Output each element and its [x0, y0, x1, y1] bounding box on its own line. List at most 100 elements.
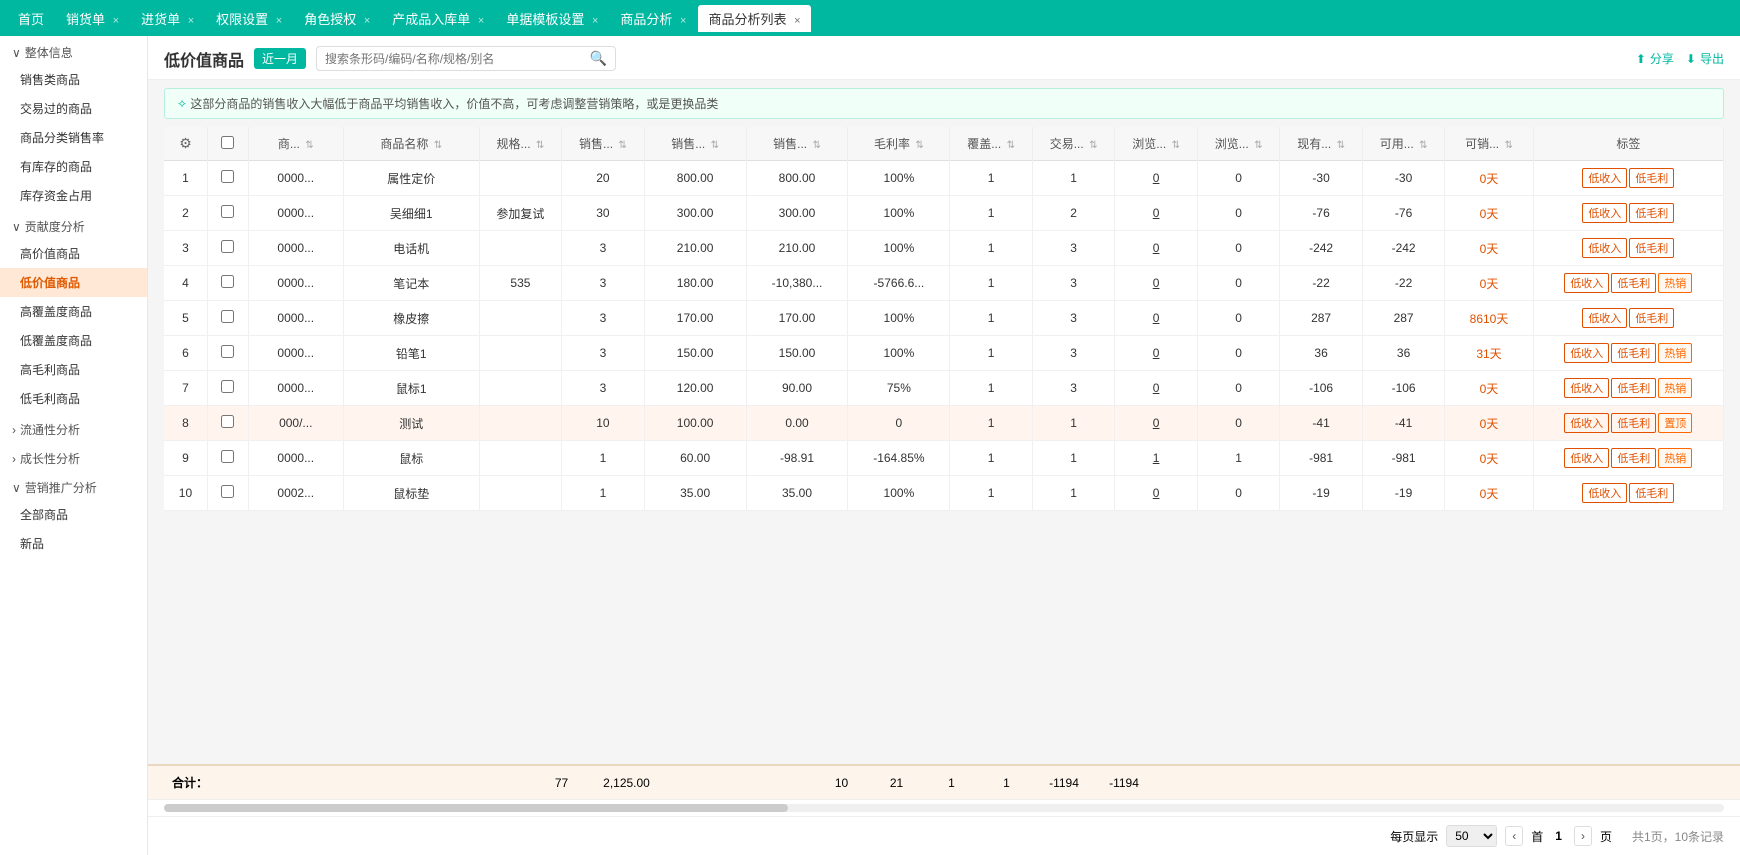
close-icon[interactable]: × [680, 15, 686, 27]
close-icon[interactable]: × [276, 15, 282, 27]
close-icon[interactable]: × [188, 15, 194, 27]
sidebar-group-marketing[interactable]: ∨ 营销推广分析 [0, 471, 147, 500]
chevron-down-icon: ∨ [12, 220, 21, 234]
row-spec [479, 476, 562, 511]
sidebar-item-all-products[interactable]: 全部商品 [0, 500, 147, 529]
sidebar-item-low-margin[interactable]: 低毛利商品 [0, 384, 147, 413]
close-icon[interactable]: × [364, 15, 370, 27]
row-checkbox[interactable] [221, 485, 234, 498]
close-icon[interactable]: × [478, 15, 484, 27]
browse1-link[interactable]: 0 [1153, 241, 1160, 255]
chevron-right-icon: › [12, 452, 16, 466]
row-browse1: 0 [1115, 161, 1198, 196]
sidebar-item-traded-products[interactable]: 交易过的商品 [0, 94, 147, 123]
row-checkbox[interactable] [221, 450, 234, 463]
nav-tab-sales[interactable]: 销货单 × [56, 5, 129, 32]
close-icon[interactable]: × [592, 15, 598, 27]
checkbox-col-header[interactable] [207, 127, 248, 161]
sidebar-item-high-margin[interactable]: 高毛利商品 [0, 355, 147, 384]
nav-tab-product-stock[interactable]: 产成品入库单 × [382, 5, 494, 32]
browse1-link[interactable]: 0 [1153, 206, 1160, 220]
browse1-link[interactable]: 1 [1153, 451, 1160, 465]
col-current-stock: 现有... ⇅ [1280, 127, 1363, 161]
nav-tab-role-auth[interactable]: 角色授权 × [294, 5, 380, 32]
row-checkbox[interactable] [221, 240, 234, 253]
row-checkbox[interactable] [221, 205, 234, 218]
browse1-link[interactable]: 0 [1153, 311, 1160, 325]
sidebar-item-high-value[interactable]: 高价值商品 [0, 239, 147, 268]
row-num: 9 [164, 441, 207, 476]
tag: 低毛利 [1611, 413, 1656, 433]
sidebar-item-inventory-funds[interactable]: 库存资金占用 [0, 181, 147, 210]
nav-tab-product-analysis-list[interactable]: 商品分析列表 × [698, 5, 810, 32]
row-checkbox[interactable] [221, 345, 234, 358]
sidebar-group-contribution[interactable]: ∨ 贡献度分析 [0, 210, 147, 239]
row-checkbox-cell [207, 336, 248, 371]
row-sales-amt2: 90.00 [746, 371, 848, 406]
close-icon[interactable]: × [113, 15, 119, 27]
period-tag[interactable]: 近一月 [254, 48, 306, 69]
settings-col-header[interactable]: ⚙ [164, 127, 207, 161]
row-num: 10 [164, 476, 207, 511]
sidebar-group-circulation[interactable]: › 流通性分析 [0, 413, 147, 442]
horizontal-scrollbar[interactable] [148, 799, 1740, 816]
row-browse2: 0 [1197, 476, 1280, 511]
browse1-link[interactable]: 0 [1153, 276, 1160, 290]
row-saleable: 0天 [1445, 231, 1533, 266]
share-button[interactable]: ⬆ 分享 [1636, 50, 1674, 67]
settings-icon[interactable]: ⚙ [179, 135, 192, 151]
per-page-select[interactable]: 50 100 200 [1446, 825, 1497, 847]
row-checkbox-cell [207, 231, 248, 266]
tag: 低收入 [1582, 203, 1627, 223]
row-num: 8 [164, 406, 207, 441]
nav-tab-permissions[interactable]: 权限设置 × [206, 5, 292, 32]
row-num: 7 [164, 371, 207, 406]
search-input[interactable] [325, 52, 584, 66]
row-checkbox-cell [207, 371, 248, 406]
row-current-stock: -76 [1280, 196, 1363, 231]
row-gross-margin: 100% [848, 336, 950, 371]
footer-label: 合计： [164, 774, 534, 791]
sidebar-group-growth[interactable]: › 成长性分析 [0, 442, 147, 471]
nav-tab-home[interactable]: 首页 [8, 5, 54, 32]
sidebar-group-overall[interactable]: ∨ 整体信息 [0, 36, 147, 65]
pagination-last-label: 页 [1600, 828, 1612, 845]
row-checkbox[interactable] [221, 380, 234, 393]
pagination-current-page: 1 [1555, 829, 1562, 843]
close-icon[interactable]: × [794, 15, 800, 27]
scrollbar-thumb[interactable] [164, 804, 788, 812]
chevron-right-icon: › [12, 423, 16, 437]
sidebar-item-stocked-products[interactable]: 有库存的商品 [0, 152, 147, 181]
nav-tab-product-analysis[interactable]: 商品分析 × [610, 5, 696, 32]
sidebar-item-category-sales-rate[interactable]: 商品分类销售率 [0, 123, 147, 152]
sidebar-item-new-products[interactable]: 新品 [0, 529, 147, 558]
browse1-link[interactable]: 0 [1153, 171, 1160, 185]
row-gross-margin: 100% [848, 301, 950, 336]
browse1-link[interactable]: 0 [1153, 381, 1160, 395]
sidebar-item-sales-products[interactable]: 销售类商品 [0, 65, 147, 94]
nav-tab-template[interactable]: 单据模板设置 × [496, 5, 608, 32]
row-code: 0000... [248, 336, 343, 371]
browse1-link[interactable]: 0 [1153, 346, 1160, 360]
row-checkbox[interactable] [221, 310, 234, 323]
sidebar-item-low-value[interactable]: 低价值商品 [0, 268, 147, 297]
row-checkbox[interactable] [221, 415, 234, 428]
search-icon[interactable]: 🔍 [590, 50, 607, 67]
row-available: -22 [1362, 266, 1445, 301]
browse1-link[interactable]: 0 [1153, 416, 1160, 430]
sidebar-item-low-coverage[interactable]: 低覆盖度商品 [0, 326, 147, 355]
row-checkbox[interactable] [221, 170, 234, 183]
pagination-prev[interactable]: ‹ [1505, 826, 1523, 846]
select-all-checkbox[interactable] [221, 136, 234, 149]
chevron-down-icon: ∨ [12, 46, 21, 60]
browse1-link[interactable]: 0 [1153, 486, 1160, 500]
sidebar: ∨ 整体信息 销售类商品 交易过的商品 商品分类销售率 有库存的商品 库存资金占… [0, 36, 148, 855]
row-checkbox[interactable] [221, 275, 234, 288]
tag: 低毛利 [1611, 448, 1656, 468]
export-button[interactable]: ⬇ 导出 [1686, 50, 1724, 67]
nav-tab-purchase[interactable]: 进货单 × [131, 5, 204, 32]
row-sales-qty: 3 [562, 336, 645, 371]
footer-sales-qty: 77 [534, 776, 589, 790]
pagination-next[interactable]: › [1574, 826, 1592, 846]
sidebar-item-high-coverage[interactable]: 高覆盖度商品 [0, 297, 147, 326]
